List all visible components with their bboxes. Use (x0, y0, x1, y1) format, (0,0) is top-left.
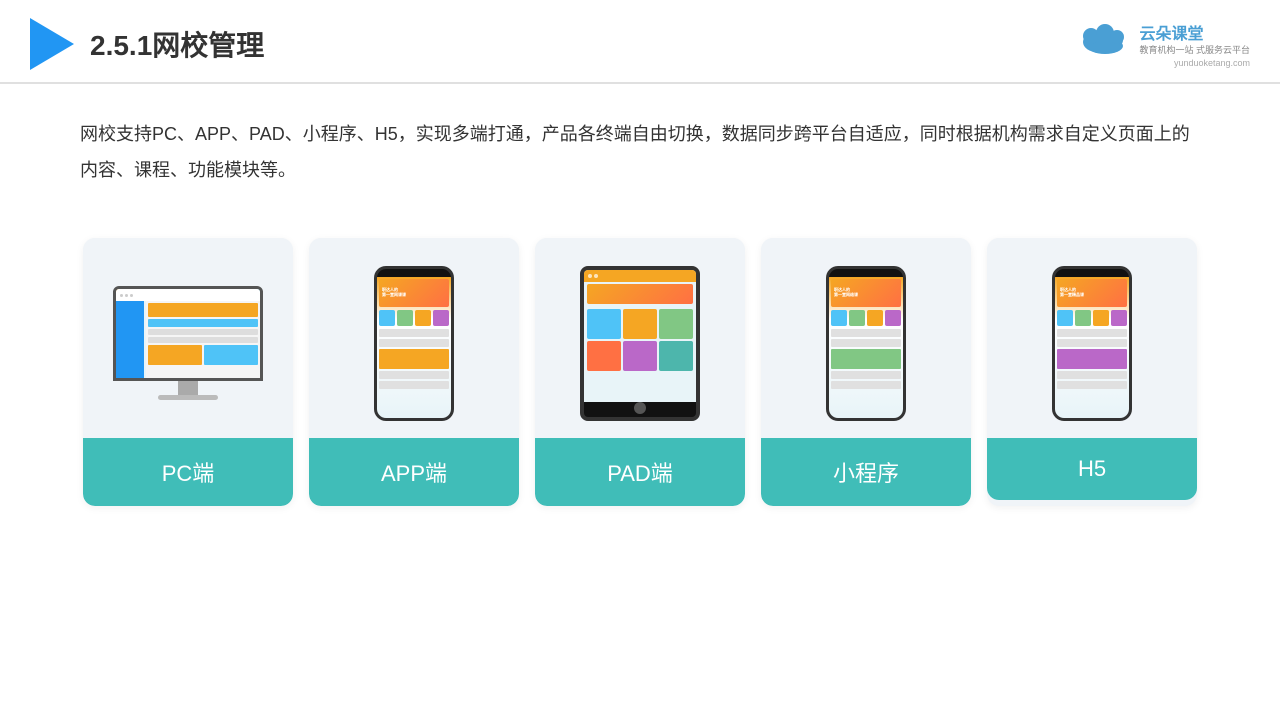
card-app-label: APP端 (309, 438, 519, 506)
description-text: 网校支持PC、APP、PAD、小程序、H5，实现多端打通，产品各终端自由切换，数… (0, 84, 1280, 198)
card-pc-image (83, 238, 293, 438)
phone-app-icon: 职达人的第一堂网课课 (374, 266, 454, 421)
page-title: 2.5.1网校管理 (90, 24, 264, 64)
logo-row: 云朵课堂 教育机构一站 式服务云平台 (1075, 20, 1250, 57)
tablet-icon (580, 266, 700, 421)
card-app: 职达人的第一堂网课课 (309, 238, 519, 506)
card-pad-image (535, 238, 745, 438)
brand-name: 云朵课堂 教育机构一站 式服务云平台 (1139, 20, 1250, 57)
header-right: 云朵课堂 教育机构一站 式服务云平台 yunduoketang.com (1075, 20, 1250, 69)
card-miniapp-image: 职达人的第一堂网络课 (761, 238, 971, 438)
brand-url: yunduoketang.com (1174, 58, 1250, 68)
cloud-icon (1075, 20, 1135, 56)
card-h5-image: 职达人的第一堂精品课 (987, 238, 1197, 438)
card-pad: PAD端 (535, 238, 745, 506)
phone-h5-icon: 职达人的第一堂精品课 (1052, 266, 1132, 421)
pc-monitor-icon (113, 286, 263, 400)
brand-logo: 云朵课堂 教育机构一站 式服务云平台 yunduoketang.com (1075, 20, 1250, 69)
card-app-image: 职达人的第一堂网课课 (309, 238, 519, 438)
logo-triangle-icon (30, 18, 74, 70)
header: 2.5.1网校管理 云朵课堂 教育机构一站 式服务云平台 yunduoketan… (0, 0, 1280, 84)
card-pc: PC端 (83, 238, 293, 506)
card-h5: 职达人的第一堂精品课 (987, 238, 1197, 506)
header-left: 2.5.1网校管理 (30, 18, 264, 70)
card-pad-label: PAD端 (535, 438, 745, 506)
card-pc-label: PC端 (83, 438, 293, 506)
card-miniapp-label: 小程序 (761, 438, 971, 506)
phone-miniapp-icon: 职达人的第一堂网络课 (826, 266, 906, 421)
cards-container: PC端 职达人的第一堂网课课 (0, 208, 1280, 526)
card-miniapp: 职达人的第一堂网络课 (761, 238, 971, 506)
card-h5-label: H5 (987, 438, 1197, 500)
